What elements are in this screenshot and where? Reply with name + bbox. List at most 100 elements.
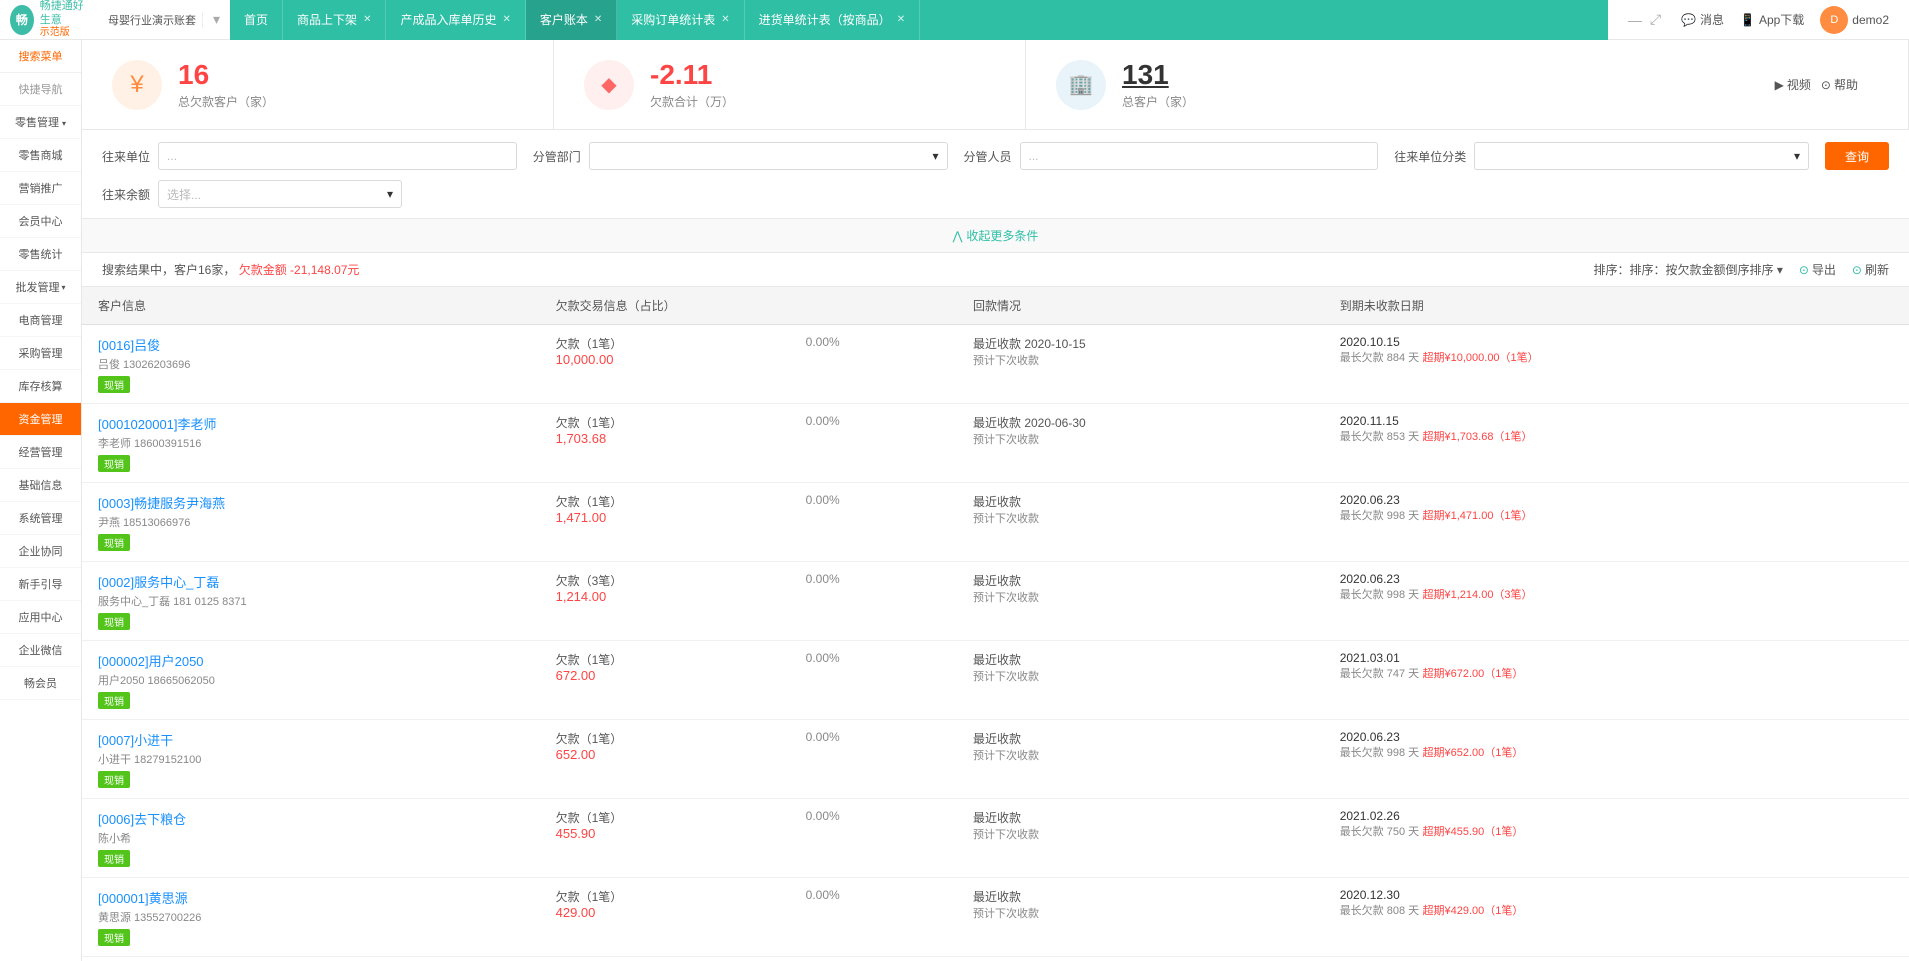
sidebar-item-basic-info[interactable]: 基础信息 [0,469,81,502]
status-badge-4: 现销 [98,692,130,709]
mobile-icon: 📱 [1740,13,1755,27]
overdue-link-4[interactable]: 超期¥672.00（1笔） [1423,668,1524,680]
customer-name-2[interactable]: [0003]畅捷服务尹海燕 [98,493,524,512]
video-icon: ▶ [1775,78,1784,92]
filter-input-person[interactable]: ... [1020,142,1379,170]
amount-3[interactable]: 1,214.00 [556,589,774,604]
tab-close-purchase-stat[interactable]: ✕ [897,14,905,25]
amount-5[interactable]: 652.00 [556,747,774,762]
sidebar-item-vip-member[interactable]: 畅会员 [0,667,81,700]
customer-name-1[interactable]: [0001020001]李老师 [98,414,524,433]
tab-purchase-stat[interactable]: 进货单统计表（按商品） ✕ [745,0,920,40]
overdue-link-1[interactable]: 超期¥1,703.68（1笔） [1423,431,1533,443]
overdue-link-3[interactable]: 超期¥1,214.00（3笔） [1423,589,1533,601]
app-download-btn[interactable]: 📱 App下载 [1740,11,1804,28]
cell-percent-3: 0.00% [790,562,957,641]
industry-dropdown-icon[interactable]: ▾ [213,11,220,28]
tab-customer-account[interactable]: 客户账本 ✕ [526,0,617,40]
customer-name-5[interactable]: [0007]小进干 [98,730,524,749]
amount-7[interactable]: 429.00 [556,905,774,920]
tab-close-customer-account[interactable]: ✕ [594,14,602,25]
cell-collection-6: 最近收款 预计下次收款 [957,799,1324,878]
sidebar-item-enterprise-collab[interactable]: 企业协同 [0,535,81,568]
industry-selector[interactable]: 母婴行业演示账套 [102,12,203,28]
sort-dropdown-icon[interactable]: ▾ [1777,263,1783,277]
minimize-icon[interactable]: — [1628,12,1642,28]
search-button[interactable]: 查询 [1825,142,1889,170]
customer-name-0[interactable]: [0016]吕俊 [98,335,524,354]
customer-name-7[interactable]: [000001]黄思源 [98,888,524,907]
sidebar-item-new-guide[interactable]: 新手引导 [0,568,81,601]
table-row: [0003]畅捷服务尹海燕 尹燕 18513066976 现销 欠款（1笔） 1… [82,483,1909,562]
status-badge-7: 现销 [98,929,130,946]
overdue-link-7[interactable]: 超期¥429.00（1笔） [1423,905,1524,917]
message-btn[interactable]: 💬 消息 [1681,11,1724,28]
amount-2[interactable]: 1,471.00 [556,510,774,525]
cell-percent-2: 0.00% [790,483,957,562]
sidebar-item-finance[interactable]: 资金管理 [0,403,81,436]
sidebar-item-batch-mgmt[interactable]: 批发管理 ▾ [0,271,81,304]
filter-select-dept[interactable]: ▾ [589,142,948,170]
filter-label-category: 往来单位分类 [1394,148,1466,165]
refresh-icon: ⊙ [1852,263,1862,277]
help-btn[interactable]: ⊙ 帮助 [1821,76,1858,93]
table-row: [0001020001]李老师 李老师 18600391516 现销 欠款（1笔… [82,404,1909,483]
sidebar-item-retail-mall[interactable]: 零售商城 [0,139,81,172]
content-area: ¥ 16 总欠款客户（家） ◆ -2.11 欠款合计（万） 🏢 [82,40,1909,961]
customer-name-4[interactable]: [000002]用户2050 [98,651,524,670]
customer-contact-5: 小进干 18279152100 [98,751,524,767]
tab-close-product-shelf[interactable]: ✕ [363,14,371,25]
sidebar-item-app-center[interactable]: 应用中心 [0,601,81,634]
table-row: [0016]吕俊 吕俊 13026203696 现销 欠款（1笔） 10,000… [82,325,1909,404]
logo-icon: 畅 [10,5,34,35]
status-badge-2: 现销 [98,534,130,551]
export-btn[interactable]: ⊙ 导出 [1799,261,1836,278]
customer-contact-0: 吕俊 13026203696 [98,356,524,372]
overdue-link-0[interactable]: 超期¥10,000.00（1笔） [1423,352,1539,364]
collapse-icon: ⋀ [953,229,963,243]
overdue-link-5[interactable]: 超期¥652.00（1笔） [1423,747,1524,759]
tab-close-purchase-order[interactable]: ✕ [721,14,729,25]
amount-6[interactable]: 455.90 [556,826,774,841]
customer-name-6[interactable]: [0006]去下粮仓 [98,809,524,828]
status-badge-5: 现销 [98,771,130,788]
amount-1[interactable]: 1,703.68 [556,431,774,446]
tab-purchase-order[interactable]: 采购订单统计表 ✕ [617,0,744,40]
collapse-btn[interactable]: ⋀ 收起更多条件 [82,218,1909,252]
sidebar-item-purchase-mgmt[interactable]: 采购管理 [0,337,81,370]
refresh-btn[interactable]: ⊙ 刷新 [1852,261,1889,278]
amount-0[interactable]: 10,000.00 [556,352,774,367]
sidebar-search[interactable]: 搜索菜单 [0,40,81,73]
sidebar-item-retail-mgmt[interactable]: 零售管理 ▾ [0,106,81,139]
filter-input-unit[interactable]: ... [158,142,517,170]
overdue-link-6[interactable]: 超期¥455.90（1笔） [1423,826,1524,838]
customer-contact-4: 用户2050 18665062050 [98,672,524,688]
sidebar-item-ops-mgmt[interactable]: 经营管理 [0,436,81,469]
sidebar-item-inventory[interactable]: 库存核算 [0,370,81,403]
stat-icon-diamond: ◆ [584,60,634,110]
overdue-link-2[interactable]: 超期¥1,471.00（1笔） [1423,510,1533,522]
sidebar-item-ecommerce[interactable]: 电商管理 [0,304,81,337]
user-avatar[interactable]: D demo2 [1820,6,1889,34]
customer-contact-2: 尹燕 18513066976 [98,514,524,530]
maximize-icon[interactable]: ⤢ [1650,11,1661,28]
sidebar-item-retail-stat[interactable]: 零售统计 [0,238,81,271]
table-header-row: 客户信息 欠款交易信息（占比） 回款情况 到期未收款日期 [82,287,1909,325]
customer-name-3[interactable]: [0002]服务中心_丁磊 [98,572,524,591]
sidebar-item-marketing[interactable]: 营销推广 [0,172,81,205]
tab-home[interactable]: 首页 [230,0,283,40]
video-btn[interactable]: ▶ 视频 [1775,76,1811,93]
amount-4[interactable]: 672.00 [556,668,774,683]
sidebar-item-enterprise-wechat[interactable]: 企业微信 [0,634,81,667]
tab-product-history[interactable]: 产成品入库单历史 ✕ [386,0,525,40]
filter-select-balance[interactable]: 选择... ▾ [158,180,402,208]
filter-item-unit: 往来单位 ... [102,142,517,170]
sidebar-item-member-center[interactable]: 会员中心 [0,205,81,238]
filter-item-category: 往来单位分类 ▾ [1394,142,1809,170]
tab-product-shelf[interactable]: 商品上下架 ✕ [283,0,386,40]
tab-close-product-history[interactable]: ✕ [502,14,510,25]
sidebar-item-system-mgmt[interactable]: 系统管理 [0,502,81,535]
logo-text: 畅捷通好生意 示范版 [40,0,92,38]
stat-number-2: -2.11 [650,59,734,91]
filter-select-category[interactable]: ▾ [1474,142,1809,170]
